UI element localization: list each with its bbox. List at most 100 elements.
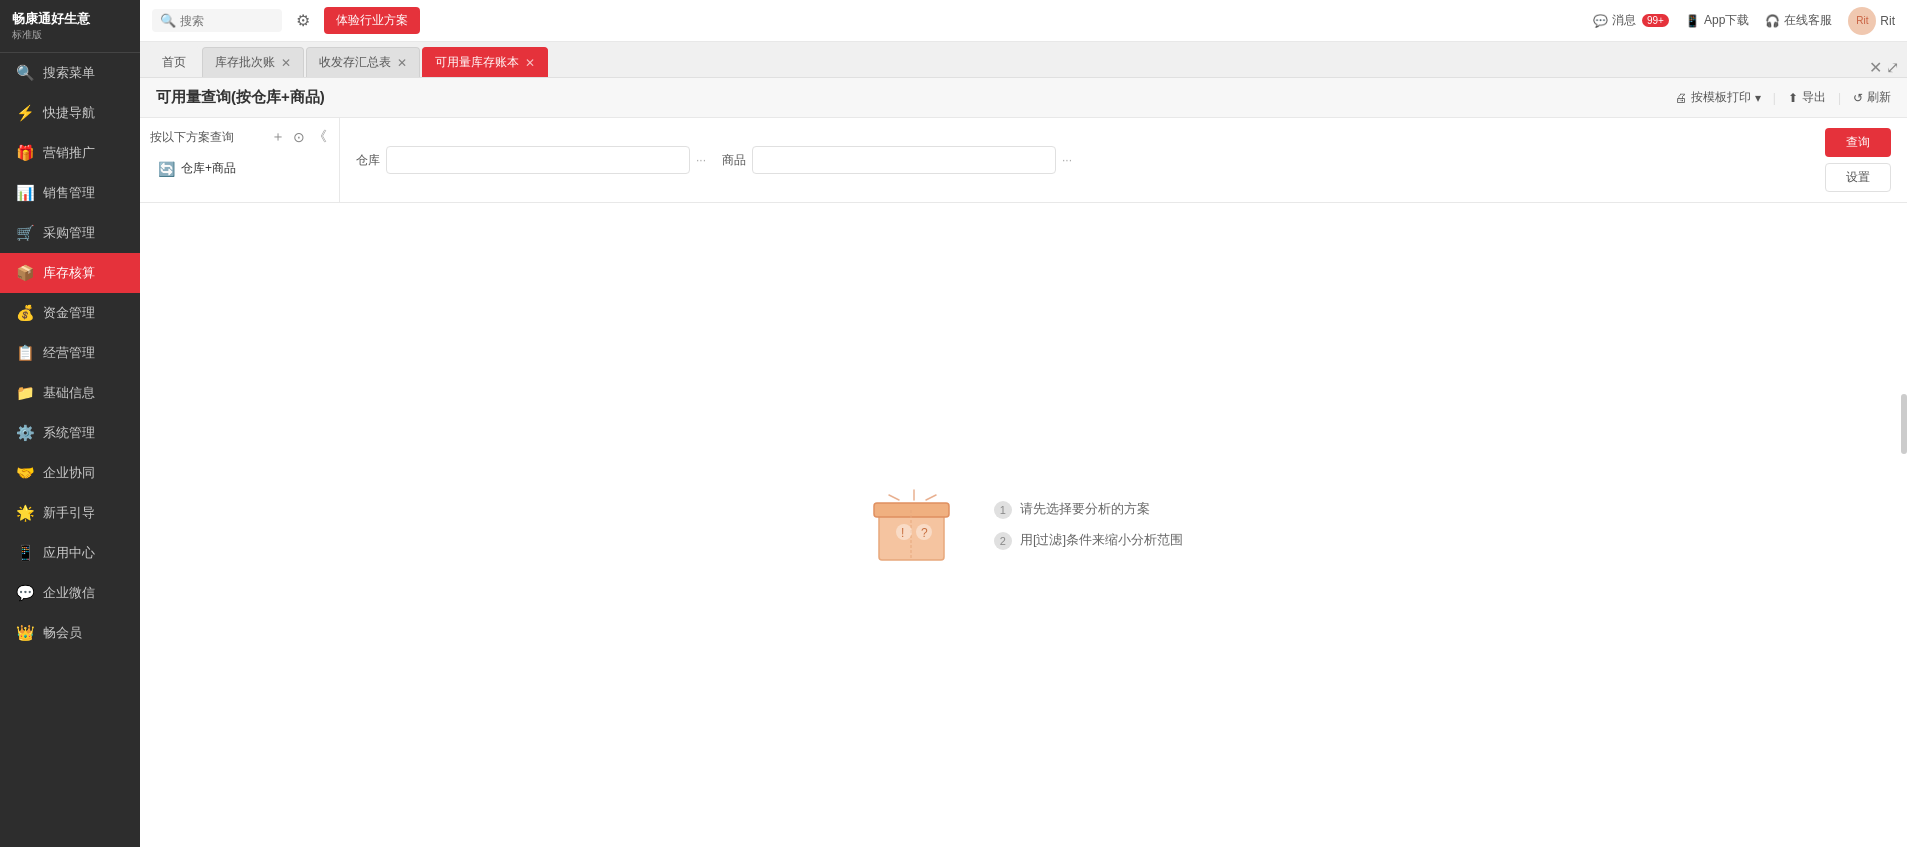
tab-receive-summary[interactable]: 收发存汇总表 ✕ [306,47,420,77]
topbar-right: 💬 消息 99+ 📱 App下载 🎧 在线客服 Rit Rit [1593,7,1895,35]
sidebar-item-operation[interactable]: 📋 经营管理 [0,333,140,373]
sidebar-item-appcenter[interactable]: 📱 应用中心 [0,533,140,573]
sidebar-item-label: 销售管理 [43,184,95,202]
query-button[interactable]: 查询 [1825,128,1891,157]
sidebar-item-label: 基础信息 [43,384,95,402]
sidebar-item-newbie[interactable]: 🌟 新手引导 [0,493,140,533]
sidebar-item-label: 企业协同 [43,464,95,482]
sales-icon: 📊 [16,184,35,202]
settings-button[interactable]: 设置 [1825,163,1891,192]
tab-batch-account-label: 库存批次账 [215,54,275,71]
sidebar-item-enterprise[interactable]: 🤝 企业协同 [0,453,140,493]
inventory-icon: 📦 [16,264,35,282]
tab-available-qty-close-icon[interactable]: ✕ [525,56,535,70]
wechat-icon: 💬 [16,584,35,602]
svg-line-7 [889,495,899,500]
empty-cube-svg: ! ? [864,475,964,575]
tab-receive-summary-close-icon[interactable]: ✕ [397,56,407,70]
message-badge: 99+ [1642,14,1669,27]
finance-icon: 💰 [16,304,35,322]
svg-text:?: ? [921,526,928,540]
warehouse-input[interactable] [386,146,690,174]
app-download-item[interactable]: 📱 App下载 [1685,12,1749,29]
filter-scheme-actions: ＋ ⊙ 《 [269,128,329,146]
tab-batch-account[interactable]: 库存批次账 ✕ [202,47,304,77]
sidebar-item-wechat[interactable]: 💬 企业微信 [0,573,140,613]
search-icon: 🔍 [16,64,35,82]
topbar-search-box[interactable]: 🔍 [152,9,282,32]
fullscreen-button[interactable]: ⤢ [1886,58,1899,77]
close-tab-button[interactable]: ✕ [1869,58,1882,77]
user-avatar-item[interactable]: Rit Rit [1848,7,1895,35]
filter-scheme-label: 按以下方案查询 [150,129,234,146]
app-icon: 📱 [1685,14,1700,28]
logo-sub: 标准版 [12,28,128,42]
warehouse-more-icon[interactable]: ··· [696,153,706,167]
product-more-icon[interactable]: ··· [1062,153,1072,167]
warehouse-label: 仓库 [356,152,380,169]
settings-scheme-button[interactable]: ⊙ [291,128,307,146]
svg-text:!: ! [901,526,904,540]
empty-state: ! ? 1 请先选择要分析的方案 2 [140,203,1907,847]
shortcut-icon: ⚡ [16,104,35,122]
scheme-item-warehouse-product[interactable]: 🔄 仓库+商品 [150,154,329,183]
online-service-item[interactable]: 🎧 在线客服 [1765,12,1832,29]
sidebar-item-label: 企业微信 [43,584,95,602]
content-area: 可用量查询(按仓库+商品) 🖨 按模板打印 ▾ | ⬆ 导出 | ↺ 刷新 [140,78,1907,847]
avatar: Rit [1848,7,1876,35]
tab-home-label: 首页 [162,54,186,71]
print-action[interactable]: 🖨 按模板打印 ▾ [1675,89,1761,106]
filter-field-warehouse: 仓库 ··· [356,146,706,174]
refresh-action[interactable]: ↺ 刷新 [1853,89,1891,106]
online-service-label: 在线客服 [1784,12,1832,29]
page-header: 可用量查询(按仓库+商品) 🖨 按模板打印 ▾ | ⬆ 导出 | ↺ 刷新 [140,78,1907,118]
sidebar-item-shortcut[interactable]: ⚡ 快捷导航 [0,93,140,133]
sidebar-item-sales[interactable]: 📊 销售管理 [0,173,140,213]
message-item[interactable]: 💬 消息 99+ [1593,12,1669,29]
vip-icon: 👑 [16,624,35,642]
collapse-scheme-button[interactable]: 《 [311,128,329,146]
tip-number-2: 2 [994,532,1012,550]
export-action[interactable]: ⬆ 导出 [1788,89,1826,106]
empty-tip-2: 2 用[过滤]条件来缩小分析范围 [994,531,1183,550]
sidebar-item-search[interactable]: 🔍 搜索菜单 [0,53,140,93]
trial-industry-button[interactable]: 体验行业方案 [324,7,420,34]
sidebar-item-inventory[interactable]: 📦 库存核算 [0,253,140,293]
sidebar-item-label: 快捷导航 [43,104,95,122]
filter-area: 按以下方案查询 ＋ ⊙ 《 🔄 仓库+商品 仓库 ··· [140,118,1907,203]
sidebar-item-basic[interactable]: 📁 基础信息 [0,373,140,413]
operation-icon: 📋 [16,344,35,362]
sidebar-item-purchase[interactable]: 🛒 采购管理 [0,213,140,253]
newbie-icon: 🌟 [16,504,35,522]
tab-available-qty[interactable]: 可用量库存账本 ✕ [422,47,548,77]
sidebar-item-vip[interactable]: 👑 畅会员 [0,613,140,653]
enterprise-icon: 🤝 [16,464,35,482]
search-input[interactable] [180,14,270,28]
tip-text-2: 用[过滤]条件来缩小分析范围 [1020,531,1183,549]
sidebar-item-label: 应用中心 [43,544,95,562]
service-icon: 🎧 [1765,14,1780,28]
sidebar-item-finance[interactable]: 💰 资金管理 [0,293,140,333]
sidebar-item-label: 系统管理 [43,424,95,442]
empty-illustration: ! ? [864,475,964,575]
tab-receive-summary-label: 收发存汇总表 [319,54,391,71]
product-input[interactable] [752,146,1056,174]
print-dropdown-icon[interactable]: ▾ [1755,91,1761,105]
tip-number-1: 1 [994,501,1012,519]
tab-home[interactable]: 首页 [148,47,200,77]
sidebar-item-label: 新手引导 [43,504,95,522]
sidebar-item-marketing[interactable]: 🎁 营销推广 [0,133,140,173]
tip-text-1: 请先选择要分析的方案 [1020,500,1150,518]
system-icon: ⚙️ [16,424,35,442]
filter-scheme-header: 按以下方案查询 ＋ ⊙ 《 [150,128,329,146]
scheme-icon: 🔄 [158,161,175,177]
tab-available-qty-label: 可用量库存账本 [435,54,519,71]
print-icon: 🖨 [1675,91,1687,105]
add-scheme-button[interactable]: ＋ [269,128,287,146]
search-icon: 🔍 [160,13,176,28]
settings-gear-icon[interactable]: ⚙ [290,8,316,34]
scroll-indicator[interactable] [1901,394,1907,454]
appcenter-icon: 📱 [16,544,35,562]
sidebar-item-system[interactable]: ⚙️ 系统管理 [0,413,140,453]
tab-batch-account-close-icon[interactable]: ✕ [281,56,291,70]
